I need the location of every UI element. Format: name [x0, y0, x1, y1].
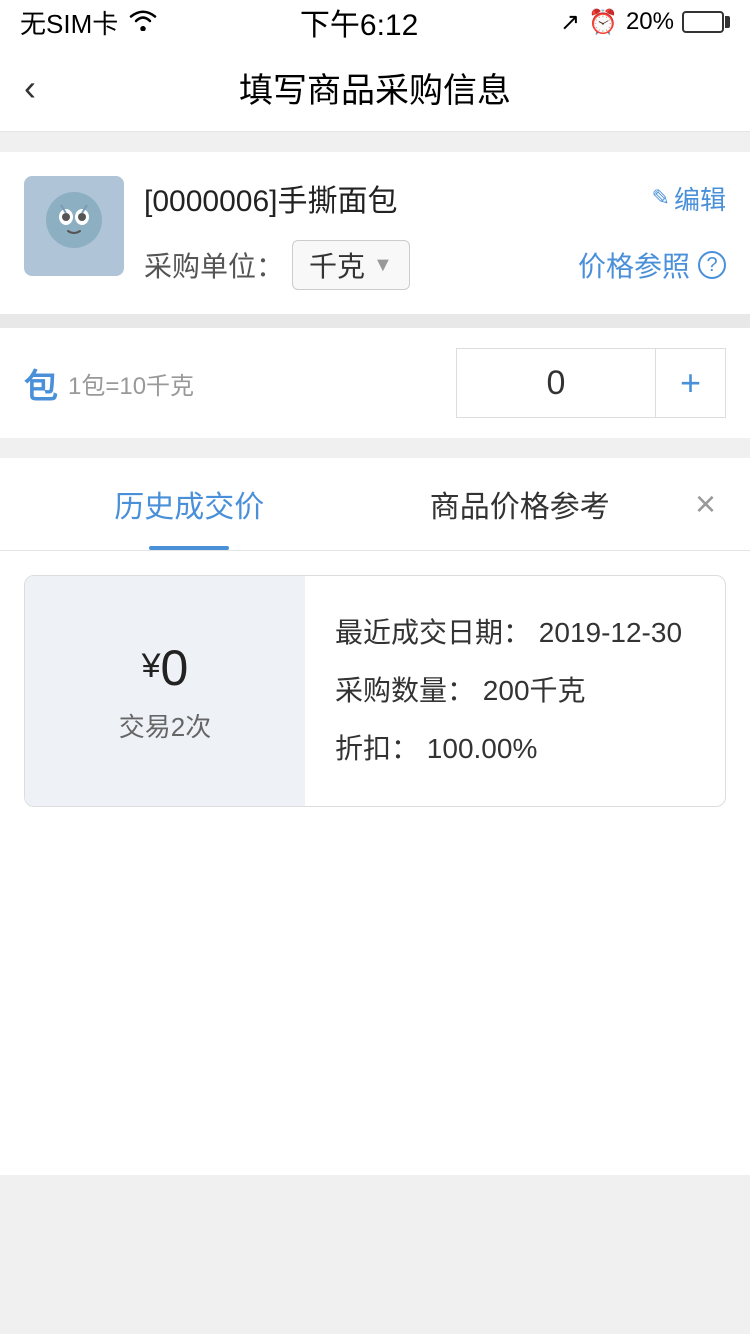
- history-details-panel: 最近成交日期： 2019-12-30 采购数量： 200千克 折扣： 100.0…: [305, 576, 725, 806]
- status-bar: 无SIM卡 下午6:12 ↗ ⏰ 20%: [0, 0, 750, 44]
- recent-date-row: 最近成交日期： 2019-12-30: [335, 612, 695, 654]
- quantity-plus-button[interactable]: +: [656, 348, 726, 418]
- discount-row: 折扣： 100.00%: [335, 728, 695, 770]
- edit-icon: ✎: [652, 185, 670, 211]
- product-unit-row: 采购单位： 千克 ▼ 价格参照 ?: [144, 240, 726, 290]
- divider: [0, 314, 750, 328]
- wifi-icon: [128, 7, 158, 38]
- quantity-input-group: +: [456, 348, 726, 418]
- purchase-qty-row: 采购数量： 200千克: [335, 670, 695, 712]
- product-info: [0000006]手撕面包 ✎ 编辑 采购单位： 千克 ▼ 价格参照 ?: [144, 176, 726, 290]
- product-thumb-icon: [39, 185, 109, 268]
- discount-label: 折扣：: [335, 733, 419, 764]
- battery-percent: 20%: [626, 8, 674, 36]
- battery-icon: [682, 11, 730, 33]
- status-time: 下午6:12: [300, 0, 418, 44]
- tab-content: ¥0 交易2次 最近成交日期： 2019-12-30 采购数量： 200千克 折…: [0, 575, 750, 1175]
- history-price-panel: ¥0 交易2次: [25, 576, 305, 806]
- tabs-container: 历史成交价 商品价格参考 × ¥0 交易2次 最近成交日期： 2019-12-3…: [0, 458, 750, 1175]
- history-trades-count: 交易2次: [119, 707, 211, 744]
- alarm-icon: ⏰: [588, 8, 618, 37]
- page-title: 填写商品采购信息: [239, 63, 511, 112]
- history-card: ¥0 交易2次 最近成交日期： 2019-12-30 采购数量： 200千克 折…: [24, 575, 726, 807]
- product-thumbnail: [24, 176, 124, 276]
- recent-date-value: 2019-12-30: [539, 617, 682, 648]
- tab-price-reference[interactable]: 商品价格参考: [354, 458, 684, 550]
- back-button[interactable]: ‹: [24, 67, 36, 109]
- carrier-label: 无SIM卡: [20, 4, 118, 41]
- tab-history-price[interactable]: 历史成交价: [24, 458, 354, 550]
- currency-symbol: ¥: [142, 647, 161, 685]
- purchase-qty-value: 200千克: [483, 675, 586, 706]
- package-note: 1包=10千克: [68, 366, 194, 401]
- unit-label: 采购单位：: [144, 245, 284, 285]
- tabs-header: 历史成交价 商品价格参考 ×: [0, 458, 750, 551]
- history-price-value: ¥0: [142, 639, 189, 697]
- quantity-row: 包 1包=10千克 +: [0, 328, 750, 438]
- price-ref-label: 价格参照: [578, 245, 690, 285]
- package-icon: 包: [24, 359, 58, 408]
- navigation-bar: ‹ 填写商品采购信息: [0, 44, 750, 132]
- tab-close-button[interactable]: ×: [685, 473, 726, 535]
- discount-value: 100.00%: [427, 733, 538, 764]
- price-reference-button[interactable]: 价格参照 ?: [578, 245, 726, 285]
- quantity-label: 包 1包=10千克: [24, 359, 194, 408]
- quantity-input[interactable]: [456, 348, 656, 418]
- status-left: 无SIM卡: [20, 4, 158, 41]
- location-icon: ↗: [560, 8, 580, 37]
- price-ref-help-icon: ?: [698, 251, 726, 279]
- edit-button[interactable]: ✎ 编辑: [652, 180, 726, 217]
- recent-date-label: 最近成交日期：: [335, 617, 531, 648]
- unit-value: 千克: [309, 245, 365, 285]
- unit-selector[interactable]: 千克 ▼: [292, 240, 410, 290]
- purchase-qty-label: 采购数量：: [335, 675, 475, 706]
- status-right: ↗ ⏰ 20%: [560, 8, 730, 37]
- product-header: [0000006]手撕面包 ✎ 编辑: [144, 176, 726, 220]
- unit-dropdown-arrow: ▼: [373, 254, 393, 277]
- product-card: [0000006]手撕面包 ✎ 编辑 采购单位： 千克 ▼ 价格参照 ?: [0, 152, 750, 314]
- product-name: [0000006]手撕面包: [144, 176, 397, 220]
